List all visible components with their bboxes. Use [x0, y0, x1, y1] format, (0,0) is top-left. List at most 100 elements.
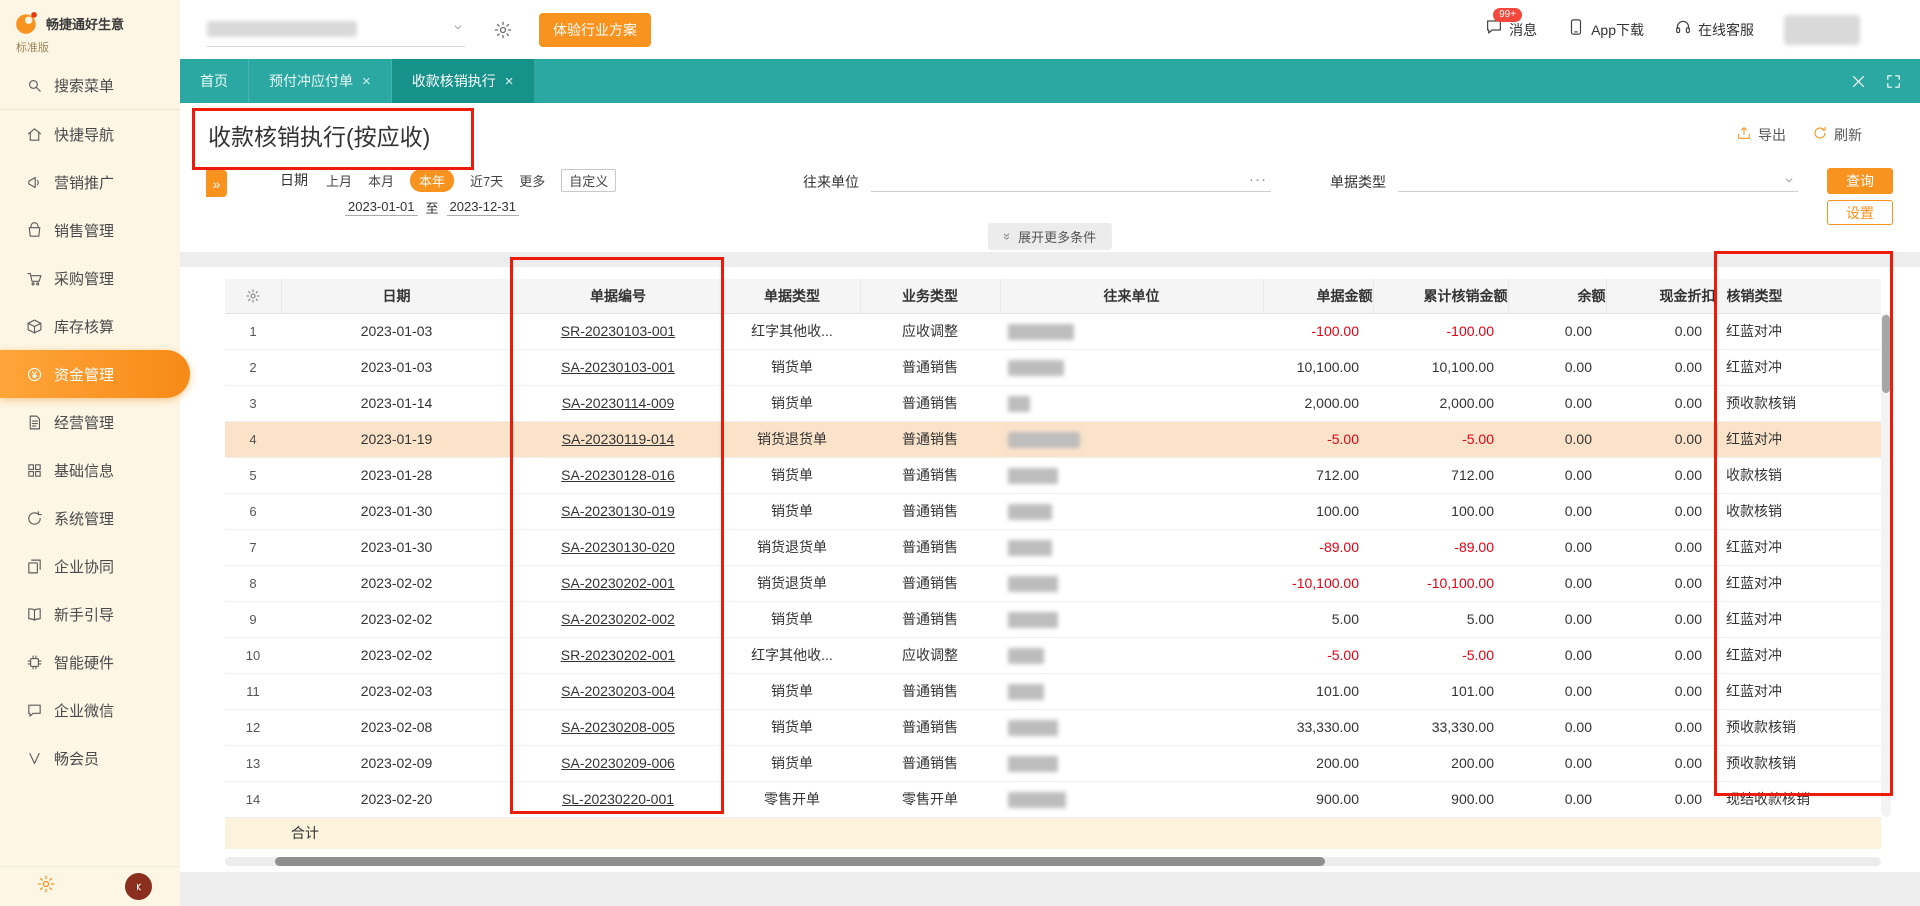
- table-row[interactable]: 1 2023-01-03 SR-20230103-001 红字其他收... 应收调整 -1…: [225, 313, 1881, 350]
- doc-no-link[interactable]: SA-20230114-009: [562, 395, 675, 411]
- sidebar-item-quick-nav[interactable]: 快捷导航: [0, 110, 180, 158]
- app-download-button[interactable]: App下载: [1567, 18, 1644, 41]
- sidebar-collapse-button[interactable]: [125, 873, 152, 900]
- doc-no-link[interactable]: SA-20230202-001: [561, 575, 675, 591]
- sidebar-item-sales[interactable]: 销售管理: [0, 206, 180, 254]
- sidebar-item-inventory[interactable]: 库存核算: [0, 302, 180, 350]
- trial-plan-button[interactable]: 体验行业方案: [539, 12, 651, 47]
- table-row[interactable]: 7 2023-01-30 SA-20230130-020 销货退货单 普通销售 -89.0…: [225, 529, 1881, 566]
- vertical-scrollbar[interactable]: [1881, 313, 1891, 817]
- tab-prepaid-writeoff[interactable]: 预付冲应付单 ×: [249, 59, 392, 103]
- table-row[interactable]: 4 2023-01-19 SA-20230119-014 销货退货单 普通销售 -5.00…: [225, 421, 1881, 458]
- tab-home[interactable]: 首页: [180, 59, 249, 103]
- table-row[interactable]: 9 2023-02-02 SA-20230202-002 销货单 普通销售 5.00 5.0…: [225, 601, 1881, 638]
- doc-no-link[interactable]: SA-20230103-001: [561, 359, 675, 375]
- date-end-input[interactable]: 2023-12-31: [446, 199, 520, 216]
- sidebar-item-member[interactable]: 畅会员: [0, 734, 180, 782]
- doc-no-link[interactable]: SL-20230220-001: [562, 791, 674, 807]
- table-row[interactable]: 14 2023-02-20 SL-20230220-001 零售开单 零售开单 900.0…: [225, 781, 1881, 818]
- row-number: 2: [225, 349, 281, 386]
- doc-no-link[interactable]: SA-20230130-020: [561, 539, 675, 555]
- column-header[interactable]: 单据金额: [1263, 279, 1374, 314]
- cell-balance: 0.00: [1508, 673, 1606, 710]
- sidebar-item-search[interactable]: 搜索菜单: [0, 62, 180, 110]
- sidebar-item-funds[interactable]: 资金管理: [0, 350, 190, 398]
- online-service-button[interactable]: 在线客服: [1674, 18, 1754, 41]
- sidebar-item-purchase[interactable]: 采购管理: [0, 254, 180, 302]
- table-row[interactable]: 2 2023-01-03 SA-20230103-001 销货单 普通销售 10,100.…: [225, 349, 1881, 386]
- doc-type-filter-group: 单据类型: [1330, 168, 1798, 192]
- doc-no-link[interactable]: SA-20230209-006: [561, 755, 675, 771]
- settings-gear-icon[interactable]: [493, 20, 513, 40]
- sidebar-item-smart-hardware[interactable]: 智能硬件: [0, 638, 180, 686]
- table-row[interactable]: 3 2023-01-14 SA-20230114-009 销货单 普通销售 2,000.0…: [225, 385, 1881, 422]
- table-row[interactable]: 13 2023-02-09 SA-20230209-006 销货单 普通销售 200.00…: [225, 745, 1881, 782]
- topbar: 体验行业方案 消息 99+ App下载 在线客服: [180, 0, 1920, 59]
- tab-close-icon[interactable]: ×: [362, 74, 371, 89]
- sidebar-settings-icon[interactable]: [36, 874, 56, 899]
- column-header[interactable]: 日期: [281, 279, 513, 314]
- table-row[interactable]: 6 2023-01-30 SA-20230130-019 销货单 普通销售 100.00 1…: [225, 493, 1881, 530]
- sidebar-item-beginner-guide[interactable]: 新手引导: [0, 590, 180, 638]
- doc-no-link[interactable]: SA-20230119-014: [562, 431, 675, 447]
- column-header[interactable]: 现金折扣: [1606, 279, 1717, 314]
- vertical-scrollbar-thumb[interactable]: [1882, 315, 1890, 393]
- user-avatar[interactable]: [1784, 14, 1860, 45]
- sidebar-item-marketing[interactable]: 营销推广: [0, 158, 180, 206]
- sidebar-item-collaboration[interactable]: 企业协同: [0, 542, 180, 590]
- tab-receipt-writeoff[interactable]: 收款核销执行 ×: [391, 59, 535, 103]
- date-option-last-7-days[interactable]: 近7天: [470, 171, 503, 190]
- row-number: 12: [225, 709, 281, 746]
- doc-no-link[interactable]: SA-20230130-019: [561, 503, 675, 519]
- date-option-more[interactable]: 更多: [519, 171, 545, 190]
- column-header[interactable]: 余额: [1508, 279, 1607, 314]
- doc-type-select[interactable]: [1398, 168, 1798, 192]
- sidebar-item-system[interactable]: 系统管理: [0, 494, 180, 542]
- partner-picker-button[interactable]: ···: [1249, 171, 1271, 188]
- table-row[interactable]: 11 2023-02-03 SA-20230203-004 销货单 普通销售 101.00…: [225, 673, 1881, 710]
- date-start-input[interactable]: 2023-01-01: [345, 199, 418, 216]
- messages-button[interactable]: 消息 99+: [1485, 8, 1537, 41]
- sidebar-item-base-info[interactable]: 基础信息: [0, 446, 180, 494]
- sidebar-item-operations[interactable]: 经营管理: [0, 398, 180, 446]
- column-header[interactable]: 单据编号: [512, 279, 725, 314]
- table-row[interactable]: 10 2023-02-02 SR-20230202-001 红字其他收... 应收调整 -…: [225, 637, 1881, 674]
- column-header[interactable]: 业务类型: [860, 279, 1001, 314]
- cell-amount: -5.00: [1263, 421, 1373, 458]
- export-button[interactable]: 导出: [1736, 125, 1786, 145]
- row-number: 10: [225, 637, 281, 674]
- cell-doc-no: SA-20230202-001: [512, 565, 724, 602]
- column-header[interactable]: 核销类型: [1716, 279, 1881, 314]
- date-option-this-year[interactable]: 本年: [410, 168, 455, 192]
- sidebar-item-wecom[interactable]: 企业微信: [0, 686, 180, 734]
- query-button[interactable]: 查询: [1827, 168, 1893, 194]
- doc-no-link[interactable]: SA-20230202-002: [561, 611, 675, 627]
- tab-close-icon[interactable]: ×: [505, 74, 514, 89]
- close-tab-icon[interactable]: [1850, 73, 1867, 90]
- doc-no-link[interactable]: SR-20230202-001: [561, 647, 675, 663]
- fullscreen-icon[interactable]: [1885, 73, 1902, 90]
- horizontal-scrollbar-thumb[interactable]: [275, 857, 1325, 866]
- settings-button[interactable]: 设置: [1827, 200, 1893, 225]
- date-option-last-month[interactable]: 上月: [326, 171, 352, 190]
- date-option-this-month[interactable]: 本月: [368, 171, 394, 190]
- column-header[interactable]: 单据类型: [724, 279, 861, 314]
- refresh-button[interactable]: 刷新: [1812, 125, 1862, 145]
- doc-no-link[interactable]: SA-20230208-005: [561, 719, 675, 735]
- expand-more-conditions-button[interactable]: » 展开更多条件: [987, 223, 1113, 250]
- table-row[interactable]: 8 2023-02-02 SA-20230202-001 销货退货单 普通销售 -10,1…: [225, 565, 1881, 602]
- doc-no-link[interactable]: SR-20230103-001: [561, 323, 675, 339]
- column-header[interactable]: 往来单位: [1000, 279, 1264, 314]
- collapse-filter-button[interactable]: »: [206, 170, 227, 197]
- date-option-custom[interactable]: 自定义: [561, 168, 617, 192]
- column-settings-icon[interactable]: [245, 288, 261, 304]
- table-row[interactable]: 5 2023-01-28 SA-20230128-016 销货单 普通销售 712.00 7…: [225, 457, 1881, 494]
- partner-input[interactable]: ···: [871, 168, 1271, 192]
- chevron-down-icon: [1782, 173, 1798, 187]
- doc-no-link[interactable]: SA-20230128-016: [561, 467, 675, 483]
- horizontal-scrollbar[interactable]: [225, 857, 1881, 866]
- org-select[interactable]: [207, 13, 465, 47]
- column-header[interactable]: 累计核销金额: [1373, 279, 1509, 314]
- table-row[interactable]: 12 2023-02-08 SA-20230208-005 销货单 普通销售 33,330…: [225, 709, 1881, 746]
- doc-no-link[interactable]: SA-20230203-004: [561, 683, 675, 699]
